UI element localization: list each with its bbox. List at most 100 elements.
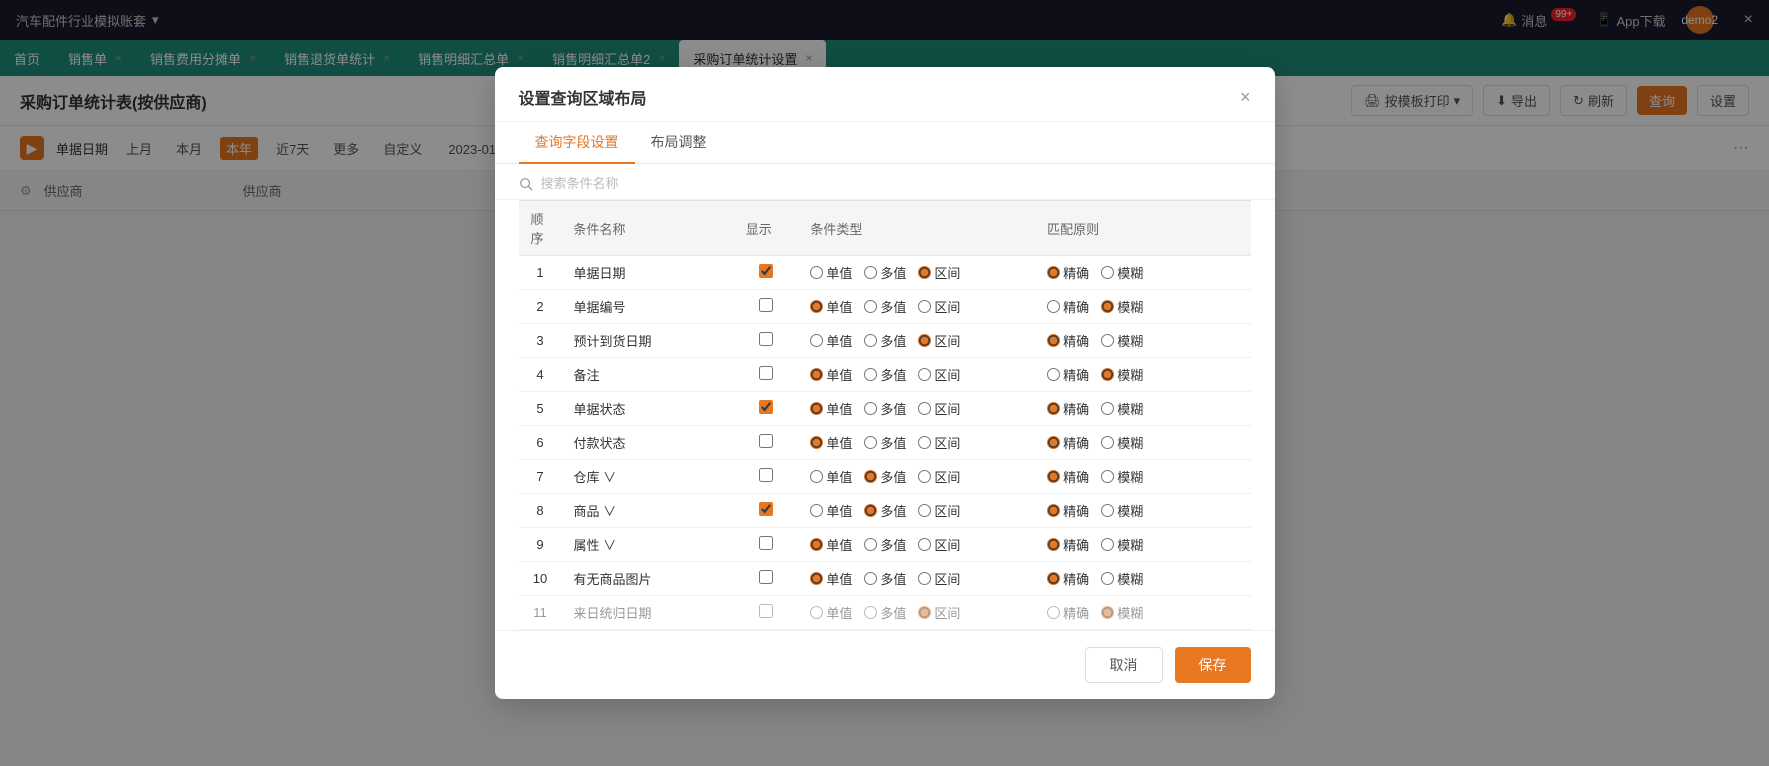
type-radio-type_single[interactable]: 单值 [810,569,852,588]
cell-match: 精确模糊 [1035,460,1250,494]
match-radio-match_exact[interactable]: 精确 [1047,433,1089,452]
type-radio-type_single[interactable]: 单值 [810,467,852,486]
type-radio-type_multi[interactable]: 多值 [864,603,906,622]
type-radio-type_single[interactable]: 单值 [810,535,852,554]
type-radio-type_range[interactable]: 区间 [918,535,960,554]
type-radio-type_single[interactable]: 单值 [810,603,852,622]
type-radio-type_range[interactable]: 区间 [918,399,960,418]
cell-type: 单值多值区间 [798,256,1035,290]
match-radio-match_exact[interactable]: 精确 [1047,263,1089,282]
type-radio-type_range[interactable]: 区间 [918,467,960,486]
type-radio-type_range[interactable]: 区间 [918,569,960,588]
match-radio-match_fuzzy[interactable]: 模糊 [1101,399,1143,418]
cell-type: 单值多值区间 [798,426,1035,460]
cell-name: 有无商品图片 [562,562,734,596]
type-radio-type_single[interactable]: 单值 [810,365,852,384]
display-checkbox[interactable] [759,264,773,278]
match-radio-match_fuzzy[interactable]: 模糊 [1101,467,1143,486]
modal-dialog: 设置查询区域布局 × 查询字段设置 布局调整 [495,67,1275,699]
modal-footer: 取消 保存 [495,630,1275,699]
match-radio-match_fuzzy[interactable]: 模糊 [1101,433,1143,452]
cell-order: 5 [519,392,562,426]
type-radio-type_range[interactable]: 区间 [918,263,960,282]
type-radio-type_single[interactable]: 单值 [810,331,852,350]
table-row: 3预计到货日期单值多值区间精确模糊 [519,324,1251,358]
match-radio-match_exact[interactable]: 精确 [1047,399,1089,418]
match-radio-match_exact[interactable]: 精确 [1047,365,1089,384]
display-checkbox[interactable] [759,468,773,482]
match-radio-match_exact[interactable]: 精确 [1047,467,1089,486]
display-checkbox[interactable] [759,502,773,516]
match-radio-match_fuzzy[interactable]: 模糊 [1101,263,1143,282]
match-radio-match_exact[interactable]: 精确 [1047,297,1089,316]
cell-type: 单值多值区间 [798,324,1035,358]
match-radio-match_fuzzy[interactable]: 模糊 [1101,331,1143,350]
type-radio-type_range[interactable]: 区间 [918,331,960,350]
display-checkbox[interactable] [759,332,773,346]
type-radio-type_range[interactable]: 区间 [918,433,960,452]
type-radio-type_single[interactable]: 单值 [810,263,852,282]
type-radio-type_multi[interactable]: 多值 [864,467,906,486]
search-input[interactable] [541,176,761,191]
type-radio-type_multi[interactable]: 多值 [864,399,906,418]
table-row: 10有无商品图片单值多值区间精确模糊 [519,562,1251,596]
table-row: 1单据日期单值多值区间精确模糊 [519,256,1251,290]
type-radio-type_single[interactable]: 单值 [810,399,852,418]
cell-match: 精确模糊 [1035,290,1250,324]
type-radio-type_multi[interactable]: 多值 [864,331,906,350]
match-radio-match_exact[interactable]: 精确 [1047,501,1089,520]
cell-order: 9 [519,528,562,562]
match-radio-match_exact[interactable]: 精确 [1047,331,1089,350]
type-radio-type_single[interactable]: 单值 [810,433,852,452]
match-radio-match_exact[interactable]: 精确 [1047,569,1089,588]
display-checkbox[interactable] [759,434,773,448]
cell-type: 单值多值区间 [798,290,1035,324]
cell-order: 3 [519,324,562,358]
match-radio-match_fuzzy[interactable]: 模糊 [1101,501,1143,520]
cell-name: 单据日期 [562,256,734,290]
match-radio-match_fuzzy[interactable]: 模糊 [1101,603,1143,622]
cell-display [734,596,799,630]
modal-tab-fields[interactable]: 查询字段设置 [519,122,635,164]
match-radio-match_fuzzy[interactable]: 模糊 [1101,365,1143,384]
type-radio-type_multi[interactable]: 多值 [864,365,906,384]
match-radio-match_fuzzy[interactable]: 模糊 [1101,535,1143,554]
match-radio-match_fuzzy[interactable]: 模糊 [1101,569,1143,588]
type-radio-type_multi[interactable]: 多值 [864,297,906,316]
cell-display [734,290,799,324]
cell-type: 单值多值区间 [798,460,1035,494]
type-radio-type_single[interactable]: 单值 [810,501,852,520]
type-radio-type_multi[interactable]: 多值 [864,263,906,282]
type-radio-type_multi[interactable]: 多值 [864,433,906,452]
cell-order: 11 [519,596,562,630]
display-checkbox[interactable] [759,536,773,550]
modal-close-button[interactable]: × [1240,87,1251,108]
type-radio-type_multi[interactable]: 多值 [864,569,906,588]
type-radio-type_range[interactable]: 区间 [918,365,960,384]
type-radio-type_range[interactable]: 区间 [918,603,960,622]
type-radio-type_range[interactable]: 区间 [918,501,960,520]
cell-order: 6 [519,426,562,460]
display-checkbox[interactable] [759,570,773,584]
display-checkbox[interactable] [759,400,773,414]
display-checkbox[interactable] [759,604,773,618]
type-radio-type_multi[interactable]: 多值 [864,501,906,520]
modal-search-area [495,164,1275,200]
table-row: 7仓库 ∨单值多值区间精确模糊 [519,460,1251,494]
match-radio-match_exact[interactable]: 精确 [1047,603,1089,622]
table-row: 8商品 ∨单值多值区间精确模糊 [519,494,1251,528]
cell-type: 单值多值区间 [798,596,1035,630]
save-button[interactable]: 保存 [1175,647,1251,683]
display-checkbox[interactable] [759,298,773,312]
type-radio-type_single[interactable]: 单值 [810,297,852,316]
match-radio-match_fuzzy[interactable]: 模糊 [1101,297,1143,316]
type-radio-type_range[interactable]: 区间 [918,297,960,316]
match-radio-match_exact[interactable]: 精确 [1047,535,1089,554]
cell-name: 属性 ∨ [562,528,734,562]
col-name-header: 条件名称 [562,201,734,256]
type-radio-type_multi[interactable]: 多值 [864,535,906,554]
cell-match: 精确模糊 [1035,562,1250,596]
modal-tab-layout[interactable]: 布局调整 [635,122,723,164]
display-checkbox[interactable] [759,366,773,380]
cancel-button[interactable]: 取消 [1085,647,1163,683]
